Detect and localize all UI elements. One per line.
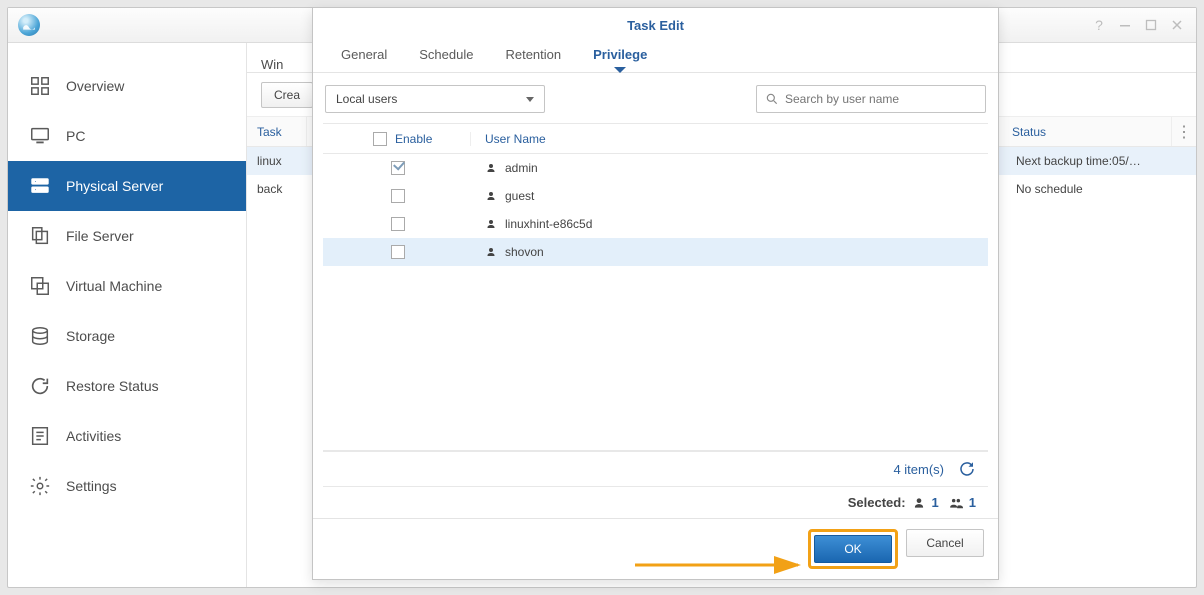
username: guest: [505, 189, 534, 203]
username: admin: [505, 161, 538, 175]
status-col-header[interactable]: Status: [1002, 117, 1172, 146]
vm-icon: [28, 274, 52, 298]
sidebar-item-label: Settings: [66, 478, 117, 494]
user-icon: [485, 218, 497, 230]
enable-checkbox[interactable]: [391, 189, 405, 203]
user-icon: [485, 246, 497, 258]
group-icon: [949, 496, 963, 510]
close-button[interactable]: [1168, 17, 1186, 33]
task-edit-dialog: Task Edit General Schedule Retention Pri…: [312, 7, 999, 580]
enable-checkbox[interactable]: [391, 245, 405, 259]
enable-checkbox[interactable]: [391, 161, 405, 175]
sidebar-item-file-server[interactable]: File Server: [8, 211, 246, 261]
username: shovon: [505, 245, 544, 259]
user-row[interactable]: shovon: [323, 238, 988, 266]
enable-col-header[interactable]: Enable: [395, 132, 432, 146]
enable-checkbox[interactable]: [391, 217, 405, 231]
dialog-footer: OK Cancel: [313, 518, 998, 579]
activities-icon: [28, 424, 52, 448]
sidebar-item-storage[interactable]: Storage: [8, 311, 246, 361]
user-row[interactable]: guest: [323, 182, 988, 210]
user-table-head: Enable User Name: [323, 124, 988, 154]
user-row[interactable]: linuxhint-e86c5d: [323, 210, 988, 238]
storage-icon: [28, 324, 52, 348]
dialog-title: Task Edit: [313, 8, 998, 39]
gear-icon: [28, 474, 52, 498]
sidebar-item-label: Physical Server: [66, 178, 163, 194]
selected-user-count: 1: [932, 495, 939, 510]
selected-group-count: 1: [969, 495, 976, 510]
restore-icon: [28, 374, 52, 398]
search-field[interactable]: [785, 92, 977, 106]
tab-general[interactable]: General: [335, 39, 393, 72]
minimize-button[interactable]: [1116, 17, 1134, 33]
sidebar-item-pc[interactable]: PC: [8, 111, 246, 161]
file-server-icon: [28, 224, 52, 248]
enable-all-checkbox[interactable]: [373, 132, 387, 146]
tab-schedule[interactable]: Schedule: [413, 39, 479, 72]
tab-win[interactable]: Win: [261, 57, 283, 72]
user-row[interactable]: admin: [323, 154, 988, 182]
sidebar-item-label: PC: [66, 128, 85, 144]
selected-summary: Selected: 1 1: [323, 486, 988, 518]
tab-privilege[interactable]: Privilege: [587, 39, 653, 72]
username: linuxhint-e86c5d: [505, 217, 592, 231]
server-icon: [28, 174, 52, 198]
user-icon: [485, 190, 497, 202]
create-button[interactable]: Crea: [261, 82, 313, 108]
user-icon: [912, 496, 926, 510]
sidebar: Overview PC Physical Server File Server …: [8, 43, 247, 587]
item-count: 4 item(s): [893, 462, 944, 477]
select-value: Local users: [336, 92, 397, 106]
sidebar-item-label: Storage: [66, 328, 115, 344]
maximize-button[interactable]: [1142, 17, 1160, 33]
ok-highlight: OK: [808, 529, 898, 569]
tab-retention[interactable]: Retention: [499, 39, 567, 72]
dialog-tabs: General Schedule Retention Privilege: [313, 39, 998, 73]
user-table: Enable User Name admin guest linuxhint-e…: [323, 123, 988, 451]
chevron-down-icon: [526, 97, 534, 102]
sidebar-item-settings[interactable]: Settings: [8, 461, 246, 511]
monitor-icon: [28, 124, 52, 148]
user-scope-select[interactable]: Local users: [325, 85, 545, 113]
sidebar-item-physical-server[interactable]: Physical Server: [8, 161, 246, 211]
cancel-button[interactable]: Cancel: [906, 529, 984, 557]
sidebar-item-label: Restore Status: [66, 378, 159, 394]
more-col-icon[interactable]: ⋮: [1172, 117, 1196, 146]
sidebar-item-label: File Server: [66, 228, 134, 244]
sidebar-item-activities[interactable]: Activities: [8, 411, 246, 461]
sidebar-item-virtual-machine[interactable]: Virtual Machine: [8, 261, 246, 311]
search-input[interactable]: [756, 85, 986, 113]
username-col-header[interactable]: User Name: [471, 132, 988, 146]
help-button[interactable]: ?: [1090, 17, 1108, 33]
refresh-icon[interactable]: [958, 460, 976, 478]
sidebar-item-overview[interactable]: Overview: [8, 61, 246, 111]
sidebar-item-label: Overview: [66, 78, 124, 94]
sidebar-item-label: Virtual Machine: [66, 278, 162, 294]
app-logo-icon: [18, 14, 40, 36]
ok-button[interactable]: OK: [814, 535, 892, 563]
task-col-header[interactable]: Task: [247, 117, 307, 146]
sidebar-item-label: Activities: [66, 428, 121, 444]
grid-icon: [28, 74, 52, 98]
sidebar-item-restore-status[interactable]: Restore Status: [8, 361, 246, 411]
search-icon: [765, 92, 779, 106]
user-icon: [485, 162, 497, 174]
